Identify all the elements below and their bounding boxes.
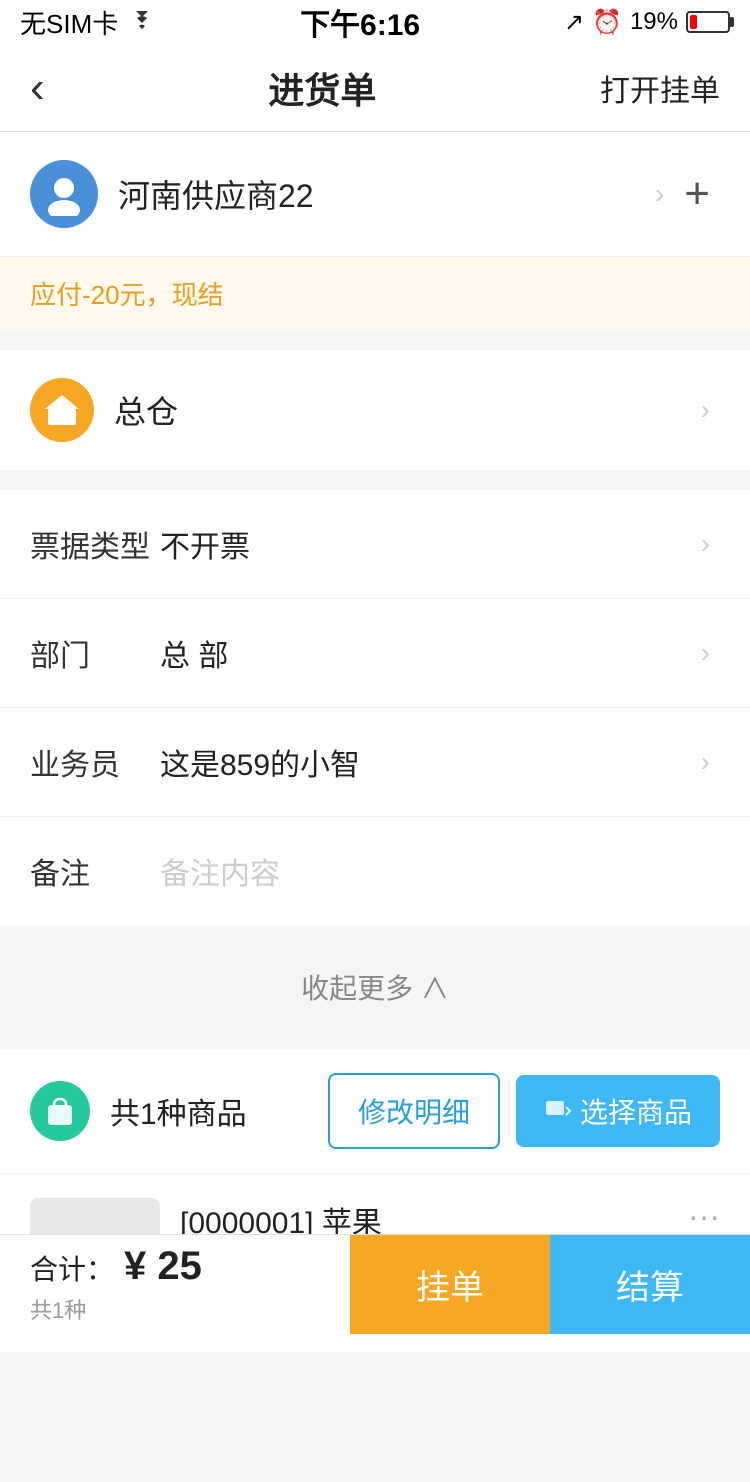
- status-carrier: 无SIM卡: [20, 4, 156, 41]
- invoice-type-row[interactable]: 票据类型 不开票 ›: [0, 490, 750, 599]
- status-time: 下午6:16: [300, 0, 420, 44]
- page-title: 进货单: [268, 62, 376, 114]
- department-label: 部门: [30, 631, 160, 675]
- department-row[interactable]: 部门 总 部 ›: [0, 599, 750, 708]
- salesperson-label: 业务员: [30, 740, 160, 784]
- salesperson-value: 这是859的小智: [160, 740, 701, 784]
- select-product-button[interactable]: 选择商品: [516, 1075, 720, 1147]
- supplier-section: 河南供应商22 › + 应付-20元，现结: [0, 132, 750, 330]
- shopping-bag-icon: [42, 1093, 78, 1129]
- nav-bar: ‹ 进货单 打开挂单: [0, 44, 750, 132]
- salesperson-row[interactable]: 业务员 这是859的小智 ›: [0, 708, 750, 817]
- invoice-type-chevron-icon: ›: [701, 528, 710, 560]
- remark-row[interactable]: 备注 备注内容: [0, 817, 750, 925]
- warehouse-icon: [43, 391, 81, 429]
- add-supplier-button[interactable]: +: [674, 169, 720, 219]
- salesperson-chevron-icon: ›: [701, 746, 710, 778]
- remark-input[interactable]: 备注内容: [160, 849, 720, 893]
- supplier-chevron-icon: ›: [655, 178, 664, 210]
- supplier-notice: 应付-20元，现结: [0, 257, 750, 330]
- back-button[interactable]: ‹: [30, 63, 45, 113]
- checkout-button[interactable]: 结算: [550, 1235, 750, 1334]
- total-label: 合计：: [30, 1248, 114, 1288]
- location-icon: ↗: [564, 8, 584, 37]
- supplier-row[interactable]: 河南供应商22 › +: [0, 132, 750, 257]
- warehouse-row[interactable]: 总仓 ›: [0, 350, 750, 470]
- alarm-icon: ⏰: [592, 8, 622, 37]
- battery-icon: [686, 11, 730, 33]
- supplier-name: 河南供应商22: [118, 171, 655, 217]
- form-section: 票据类型 不开票 › 部门 总 部 › 业务员 这是859的小智 › 备注 备注…: [0, 490, 750, 925]
- status-indicators: ↗ ⏰ 19%: [564, 8, 730, 37]
- product-more-button[interactable]: ···: [688, 1198, 720, 1235]
- warehouse-icon-wrap: [30, 378, 94, 442]
- battery-percent: 19%: [630, 8, 678, 36]
- total-amount: ¥ 25: [124, 1244, 202, 1289]
- select-product-icon: [544, 1099, 572, 1123]
- footer-sub: 共1种: [30, 1293, 320, 1325]
- product-header: 共1种商品 修改明细 选择商品: [0, 1049, 750, 1174]
- open-pending-button[interactable]: 打开挂单: [600, 66, 720, 110]
- warehouse-chevron-icon: ›: [701, 394, 710, 426]
- warehouse-name: 总仓: [114, 387, 701, 433]
- hang-button[interactable]: 挂单: [350, 1235, 550, 1334]
- product-count-icon: [30, 1081, 90, 1141]
- department-chevron-icon: ›: [701, 637, 710, 669]
- department-value: 总 部: [160, 631, 701, 675]
- wifi-icon: [128, 11, 156, 33]
- footer-total-line: 合计： ¥ 25: [30, 1244, 320, 1289]
- status-bar: 无SIM卡 下午6:16 ↗ ⏰ 19%: [0, 0, 750, 44]
- footer: 合计： ¥ 25 共1种 挂单 结算: [0, 1234, 750, 1334]
- remark-label: 备注: [30, 849, 160, 893]
- product-count-text: 共1种商品: [110, 1089, 328, 1133]
- supplier-avatar: [30, 160, 98, 228]
- invoice-type-label: 票据类型: [30, 522, 160, 566]
- invoice-type-value: 不开票: [160, 522, 701, 566]
- collapse-toggle[interactable]: 收起更多 ∧: [0, 945, 750, 1029]
- person-icon: [42, 172, 86, 216]
- edit-detail-button[interactable]: 修改明细: [328, 1073, 500, 1149]
- footer-total: 合计： ¥ 25 共1种: [0, 1235, 350, 1334]
